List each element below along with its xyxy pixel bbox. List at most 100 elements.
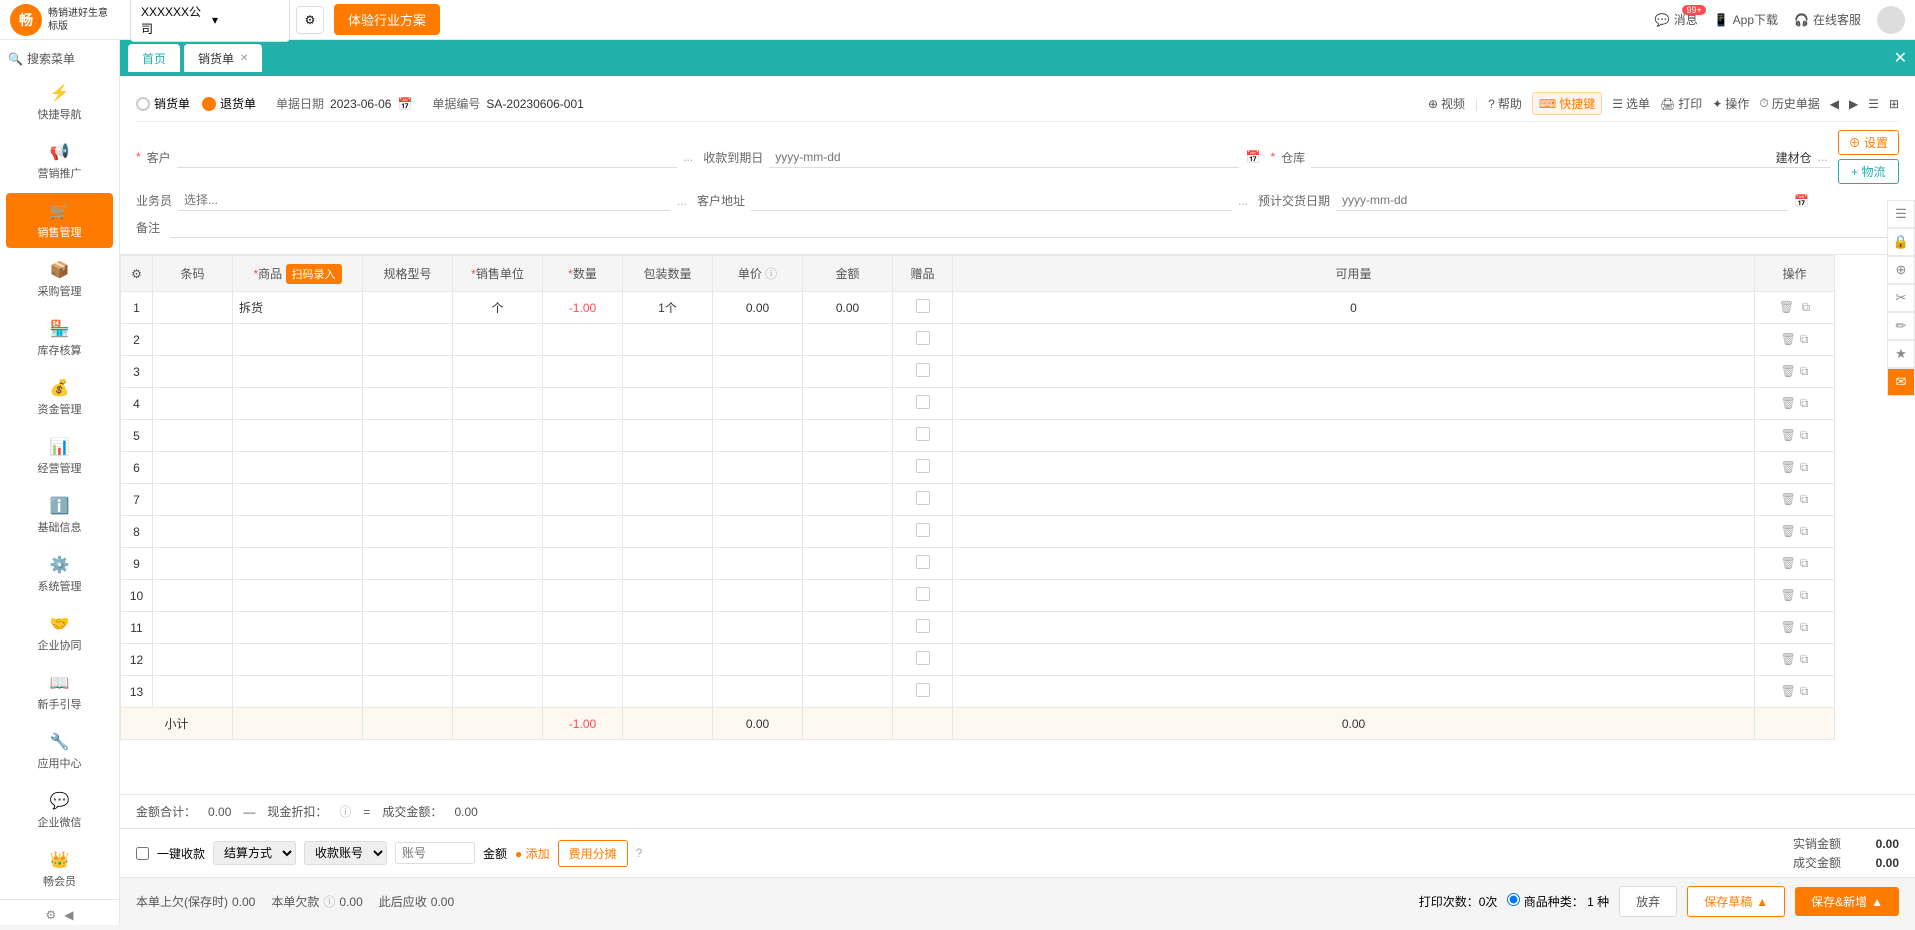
delete-icon[interactable]: 🗑 (1781, 524, 1796, 538)
expense-split-button[interactable]: 费用分摊 (558, 840, 628, 867)
copy-icon[interactable]: ⧉ (1800, 332, 1809, 346)
account-select[interactable]: 收款账号 (304, 841, 387, 865)
row-gift[interactable] (893, 292, 953, 324)
avatar[interactable] (1877, 6, 1905, 34)
calendar-icon[interactable]: 📅 (397, 97, 412, 111)
copy-icon[interactable]: ⧉ (1800, 620, 1809, 634)
shortcut-btn[interactable]: ⌨ 快捷键 (1532, 92, 1602, 115)
trial-button[interactable]: 体验行业方案 (334, 4, 440, 35)
settlement-select[interactable]: 结算方式 (213, 841, 296, 865)
copy-icon[interactable]: ⧉ (1800, 460, 1809, 474)
one-click-payment-checkbox[interactable] (136, 847, 149, 860)
copy-icon[interactable]: ⧉ (1800, 684, 1809, 698)
right-icon-2[interactable]: 🔒 (1887, 228, 1915, 256)
tab-home[interactable]: 首页 (128, 44, 180, 72)
radio-sales-order[interactable]: 销货单 (136, 95, 190, 112)
tab-sales-order[interactable]: 销货单 ✕ (184, 44, 262, 72)
delete-icon[interactable]: 🗑 (1781, 556, 1796, 570)
next-icon[interactable]: ▶ (1849, 97, 1858, 111)
copy-icon[interactable]: ⧉ (1800, 364, 1809, 378)
customer-input[interactable] (177, 147, 678, 168)
payment-date-input[interactable] (769, 147, 1239, 168)
right-icon-4[interactable]: ✂ (1887, 284, 1915, 312)
sidebar-item-sales[interactable]: 🛒 销售管理 (6, 193, 113, 248)
message-button[interactable]: 💬 消息 99+ (1655, 11, 1698, 28)
copy-icon[interactable]: ⧉ (1800, 588, 1809, 602)
payment-cal-icon[interactable]: 📅 (1245, 150, 1260, 164)
help-btn[interactable]: ? 帮助 (1488, 95, 1522, 112)
row-pack-qty[interactable]: 1个 (623, 292, 713, 324)
copy-icon[interactable]: ⧉ (1802, 300, 1811, 314)
settings-icon[interactable]: ⚙ (296, 6, 324, 34)
sidebar-item-vip[interactable]: 👑 畅会员 (6, 842, 113, 897)
company-selector[interactable]: XXXXXX公司 ▾ (130, 0, 290, 42)
address-dots[interactable]: ... (1238, 194, 1248, 208)
delete-icon[interactable]: 🗑 (1781, 460, 1796, 474)
settings-button[interactable]: ⊕ 设置 (1838, 130, 1899, 155)
delete-icon[interactable]: 🗑 (1781, 396, 1796, 410)
close-panel-icon[interactable]: ✕ (1894, 48, 1907, 68)
copy-icon[interactable]: ⧉ (1800, 428, 1809, 442)
sidebar-search[interactable]: 🔍 搜索菜单 (0, 44, 119, 73)
sidebar-item-inventory[interactable]: 🏪 库存核算 (6, 311, 113, 366)
right-icon-5[interactable]: ✏ (1887, 312, 1915, 340)
tab-close-icon[interactable]: ✕ (240, 53, 248, 64)
add-icon[interactable]: ● 添加 (515, 845, 550, 862)
save-draft-button[interactable]: 保存草稿 ▲ (1687, 886, 1785, 917)
sidebar-item-finance[interactable]: 💰 资金管理 (6, 370, 113, 425)
sidebar-collapse-btn[interactable]: ◀ (64, 908, 73, 922)
remarks-input[interactable] (170, 217, 1899, 238)
estimated-cal-icon[interactable]: 📅 (1794, 194, 1809, 208)
delete-icon[interactable]: 🗑 (1781, 588, 1796, 602)
product-types-radio[interactable] (1507, 893, 1520, 906)
delete-icon[interactable]: 🗑 (1779, 300, 1794, 314)
sidebar-item-apps[interactable]: 🔧 应用中心 (6, 724, 113, 779)
sidebar-gear-btn[interactable]: ⚙ (46, 908, 57, 922)
row-amount[interactable]: 0.00 (803, 292, 893, 324)
row-barcode[interactable] (153, 292, 233, 324)
col-settings[interactable]: ⚙ (121, 256, 153, 292)
sidebar-item-basic-info[interactable]: ℹ️ 基础信息 (6, 488, 113, 543)
select-btn[interactable]: ☰ 选单 (1612, 95, 1650, 112)
delete-icon[interactable]: 🗑 (1781, 620, 1796, 634)
account-input[interactable] (395, 842, 475, 864)
right-icon-6[interactable]: ★ (1887, 340, 1915, 368)
discount-info-icon[interactable]: ⓘ (339, 803, 351, 820)
abandon-button[interactable]: 放弃 (1619, 886, 1677, 917)
right-icon-1[interactable]: ☰ (1887, 200, 1915, 228)
video-btn[interactable]: ⊕ 视频 (1428, 95, 1465, 112)
operation-btn[interactable]: ✦ 操作 (1712, 95, 1749, 112)
sidebar-item-guide[interactable]: 📖 新手引导 (6, 665, 113, 720)
delete-icon[interactable]: 🗑 (1781, 332, 1796, 346)
copy-icon[interactable]: ⧉ (1800, 556, 1809, 570)
delete-icon[interactable]: 🗑 (1781, 492, 1796, 506)
radio-return-order[interactable]: 退货单 (202, 95, 256, 112)
warehouse-input[interactable] (1311, 147, 1830, 168)
list-view-icon[interactable]: ☰ (1868, 97, 1879, 111)
sidebar-item-wechat[interactable]: 💬 企业微信 (6, 783, 113, 838)
salesperson-input[interactable] (178, 190, 671, 211)
sidebar-item-operations[interactable]: 📊 经营管理 (6, 429, 113, 484)
expense-info-icon[interactable]: ? (636, 846, 643, 860)
copy-icon[interactable]: ⧉ (1800, 524, 1809, 538)
prev-icon[interactable]: ◀ (1830, 97, 1839, 111)
row-unit[interactable]: 个 (453, 292, 543, 324)
customer-dots[interactable]: ... (683, 150, 693, 164)
delete-icon[interactable]: 🗑 (1781, 428, 1796, 442)
row-qty[interactable]: -1.00 (543, 292, 623, 324)
right-icon-7[interactable]: ✉ (1887, 368, 1915, 396)
save-new-button[interactable]: 保存&新增 ▲ (1795, 887, 1899, 916)
sidebar-item-purchase[interactable]: 📦 采购管理 (6, 252, 113, 307)
salesperson-dots[interactable]: ... (677, 194, 687, 208)
bill-arrears-info-icon[interactable]: ⓘ (323, 893, 335, 910)
grid-view-icon[interactable]: ⊞ (1889, 97, 1899, 111)
row-price[interactable]: 0.00 (713, 292, 803, 324)
sidebar-item-system[interactable]: ⚙️ 系统管理 (6, 547, 113, 602)
online-service-button[interactable]: 🎧 在线客服 (1794, 11, 1861, 28)
warehouse-dots[interactable]: ... (1818, 150, 1828, 164)
delete-icon[interactable]: 🗑 (1781, 364, 1796, 378)
print-btn[interactable]: 🖨 打印 (1660, 95, 1702, 112)
logistics-button[interactable]: + 物流 (1838, 159, 1899, 184)
app-download-button[interactable]: 📱 App下载 (1714, 11, 1778, 28)
copy-icon[interactable]: ⧉ (1800, 652, 1809, 666)
